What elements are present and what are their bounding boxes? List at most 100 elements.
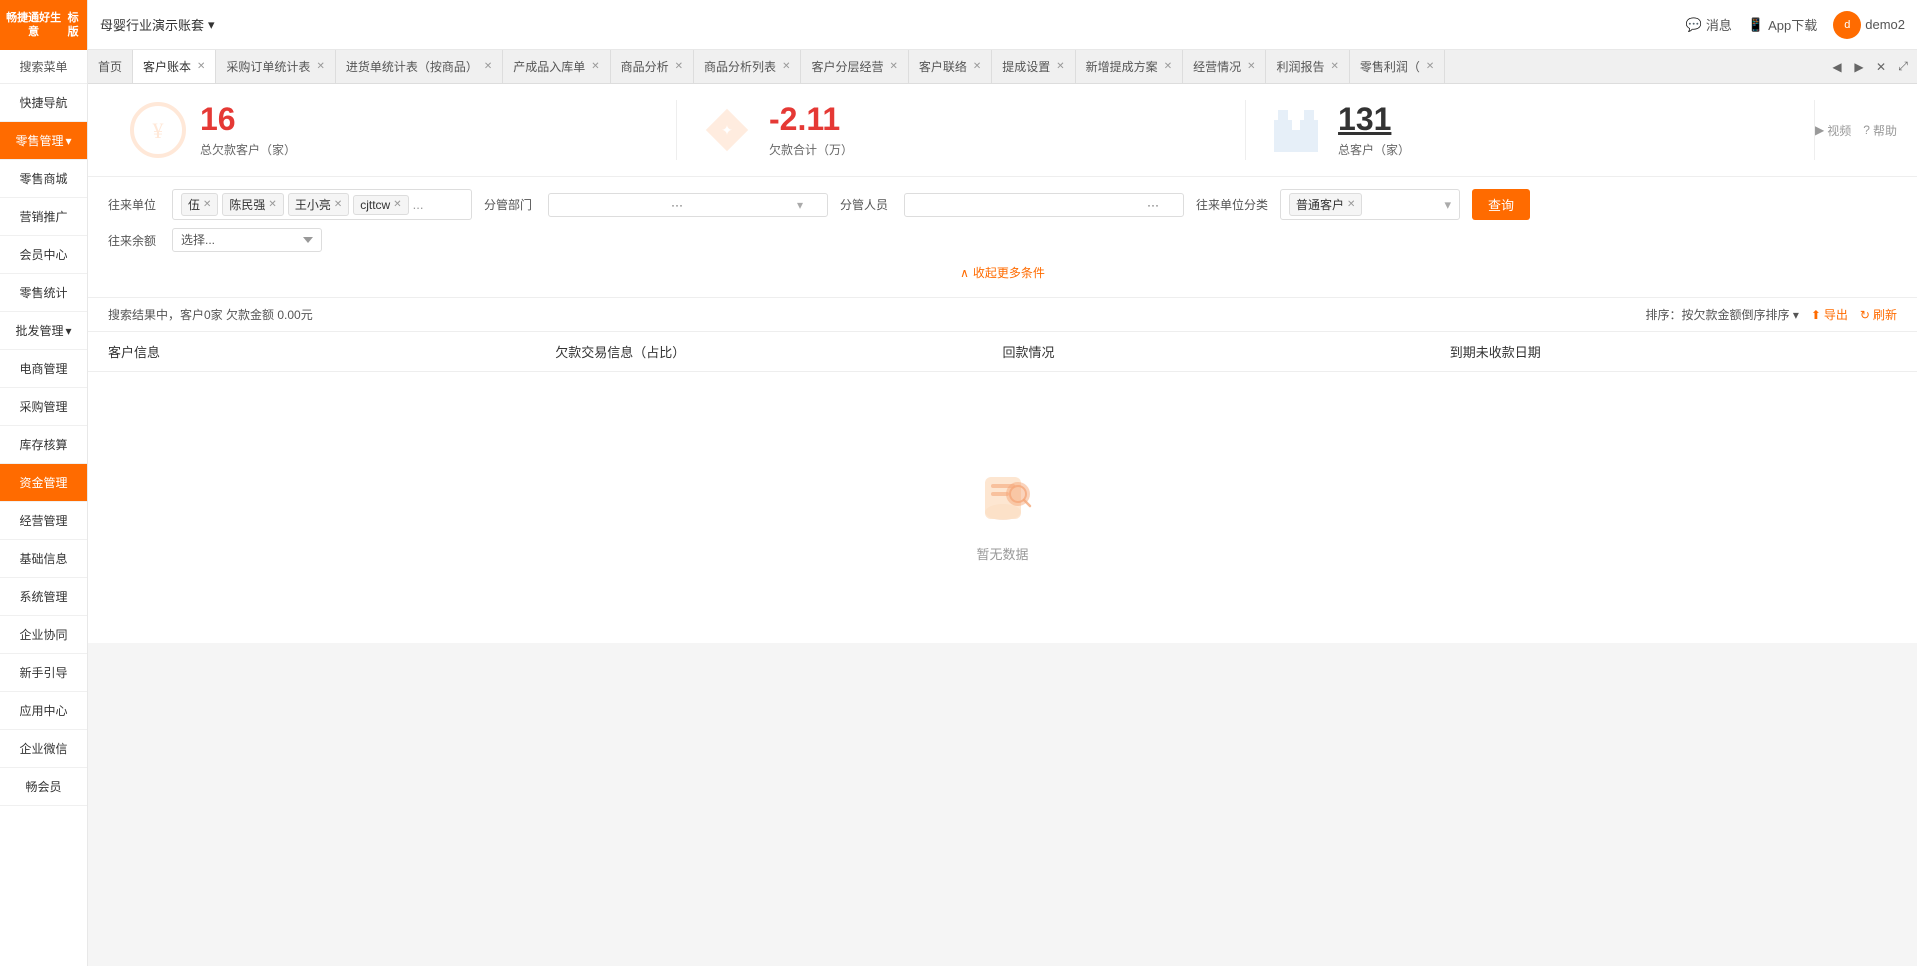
sort-label[interactable]: 排序：按欠款金额倒序排序 ▾ bbox=[1645, 306, 1798, 323]
tab-close-icon[interactable]: ✕ bbox=[973, 61, 981, 72]
sidebar-item-quick-nav[interactable]: 快捷导航 bbox=[0, 84, 87, 122]
sort-arrow-icon: ▾ bbox=[1793, 308, 1799, 322]
video-help-button[interactable]: ▶ 视频 bbox=[1815, 122, 1851, 139]
sidebar-item-enterprise-collab[interactable]: 企业协同 bbox=[0, 616, 87, 654]
company-tag-more[interactable]: ... bbox=[413, 197, 424, 212]
sidebar-item-enterprise-wechat[interactable]: 企业微信 bbox=[0, 730, 87, 768]
tab-close-icon[interactable]: ✕ bbox=[1331, 61, 1339, 72]
tab-customer-segment[interactable]: 客户分层经营 ✕ bbox=[801, 50, 908, 83]
app-download-button[interactable]: 📱 App下载 bbox=[1748, 15, 1817, 34]
tab-close-icon[interactable]: ✕ bbox=[1247, 61, 1255, 72]
tab-home[interactable]: 首页 bbox=[88, 50, 133, 83]
sidebar-item-retail-mgmt[interactable]: 零售管理 ▾ bbox=[0, 122, 87, 160]
empty-state-text: 暂无数据 bbox=[976, 544, 1028, 563]
sidebar-item-app-center[interactable]: 应用中心 bbox=[0, 692, 87, 730]
stat-arrears-text: -2.11 欠款合计（万） bbox=[769, 102, 853, 158]
tab-close-icon[interactable]: ✕ bbox=[591, 61, 599, 72]
sidebar: 畅捷通好生意 标版 搜索菜单 快捷导航 零售管理 ▾ 零售商城 营销推广 会员中… bbox=[0, 0, 88, 966]
tab-purchase-order[interactable]: 采购订单统计表 ✕ bbox=[216, 50, 335, 83]
stat-arrears-label: 欠款合计（万） bbox=[769, 141, 853, 158]
stat-arrears-value: -2.11 bbox=[769, 102, 853, 137]
sidebar-item-marketing[interactable]: 营销推广 bbox=[0, 198, 87, 236]
tab-close-icon[interactable]: ✕ bbox=[1426, 61, 1434, 72]
company-tag-cjttcw[interactable]: cjttcw ✕ bbox=[353, 195, 408, 215]
balance-filter-select[interactable]: 选择... bbox=[172, 228, 322, 252]
dept-filter-select[interactable]: ··· ▾ bbox=[548, 193, 828, 217]
result-bar: 搜索结果中，客户0家 欠款金额 0.00元 排序：按欠款金额倒序排序 ▾ ⬆ 导… bbox=[88, 298, 1917, 332]
tab-next-button[interactable]: ▶ bbox=[1849, 57, 1869, 77]
tab-retail-profit[interactable]: 零售利润（ ✕ bbox=[1350, 50, 1445, 83]
account-selector[interactable]: 母婴行业演示账套 ▾ bbox=[100, 15, 215, 34]
sidebar-item-inventory[interactable]: 库存核算 bbox=[0, 426, 87, 464]
sidebar-item-system[interactable]: 系统管理 bbox=[0, 578, 87, 616]
person-filter-label: 分管人员 bbox=[840, 196, 892, 213]
company-filter-tags-box[interactable]: 伍 ✕ 陈民强 ✕ 王小亮 ✕ cjttcw ✕ ... bbox=[172, 189, 472, 220]
page-content: ¥ 16 总欠款客户（家） ✦ -2.11 欠款合计 bbox=[88, 84, 1917, 966]
chevron-down-icon: ▾ bbox=[65, 324, 71, 338]
sidebar-item-basic-info[interactable]: 基础信息 bbox=[0, 540, 87, 578]
sidebar-item-purchase-mgmt[interactable]: 采购管理 bbox=[0, 388, 87, 426]
category-tag-normal[interactable]: 普通客户 ✕ bbox=[1289, 193, 1362, 216]
message-button[interactable]: 💬 消息 bbox=[1686, 15, 1732, 34]
header-left: 母婴行业演示账套 ▾ bbox=[100, 15, 215, 34]
stat-total-arrears: ✦ -2.11 欠款合计（万） bbox=[677, 100, 1246, 160]
company-tag-wang[interactable]: 王小亮 ✕ bbox=[288, 193, 349, 216]
sidebar-item-wholesale-mgmt[interactable]: 批发管理 ▾ bbox=[0, 312, 87, 350]
tab-goods-analysis-list[interactable]: 商品分析列表 ✕ bbox=[694, 50, 801, 83]
stat-clients-label: 总客户（家） bbox=[1338, 141, 1410, 158]
export-button[interactable]: ⬆ 导出 bbox=[1811, 306, 1848, 323]
sidebar-item-plus-member[interactable]: 畅会员 bbox=[0, 768, 87, 806]
company-tag-wu-close[interactable]: ✕ bbox=[203, 199, 211, 210]
tab-profit-report[interactable]: 利润报告 ✕ bbox=[1266, 50, 1349, 83]
sidebar-item-operations[interactable]: 经营管理 bbox=[0, 502, 87, 540]
query-button[interactable]: 查询 bbox=[1472, 189, 1530, 220]
sidebar-item-finance[interactable]: 资金管理 bbox=[0, 464, 87, 502]
sidebar-item-retail-mall[interactable]: 零售商城 bbox=[0, 160, 87, 198]
tab-close-icon[interactable]: ✕ bbox=[675, 61, 683, 72]
sidebar-item-search[interactable]: 搜索菜单 bbox=[0, 50, 87, 84]
collapse-button[interactable]: ∧ 收起更多条件 bbox=[960, 260, 1045, 285]
tab-close-icon[interactable]: ✕ bbox=[1056, 61, 1064, 72]
tab-customer-book[interactable]: 客户账本 ✕ bbox=[133, 50, 216, 83]
yuan-icon-wrapper: ¥ bbox=[128, 100, 188, 160]
refresh-button[interactable]: ↻ 刷新 bbox=[1860, 306, 1897, 323]
tab-stock-stats[interactable]: 进货单统计表（按商品） ✕ bbox=[336, 50, 503, 83]
sidebar-item-ecommerce[interactable]: 电商管理 bbox=[0, 350, 87, 388]
sidebar-item-new-guide[interactable]: 新手引导 bbox=[0, 654, 87, 692]
sidebar-item-member-center[interactable]: 会员中心 bbox=[0, 236, 87, 274]
tab-business-status[interactable]: 经营情况 ✕ bbox=[1183, 50, 1266, 83]
sidebar-item-retail-stats[interactable]: 零售统计 bbox=[0, 274, 87, 312]
stat-customers-label: 总欠款客户（家） bbox=[200, 141, 296, 158]
tab-expand-button[interactable]: ⤢ bbox=[1893, 57, 1913, 77]
tab-close-icon[interactable]: ✕ bbox=[316, 61, 324, 72]
category-filter-tags-box[interactable]: 普通客户 ✕ ▾ bbox=[1280, 189, 1460, 220]
help-button[interactable]: ? 帮助 bbox=[1863, 122, 1897, 139]
tab-new-propose[interactable]: 新增提成方案 ✕ bbox=[1076, 50, 1183, 83]
person-select-dots[interactable]: ··· bbox=[1147, 198, 1159, 212]
company-tag-wu[interactable]: 伍 ✕ bbox=[181, 193, 218, 216]
tab-close-icon[interactable]: ✕ bbox=[484, 61, 492, 72]
tab-product-purchase[interactable]: 产成品入库单 ✕ bbox=[503, 50, 610, 83]
company-tag-cjttcw-close[interactable]: ✕ bbox=[393, 199, 401, 210]
phone-icon: 📱 bbox=[1748, 17, 1764, 33]
avatar: d bbox=[1833, 11, 1861, 39]
filter-row-balance: 往来余额 选择... bbox=[108, 228, 1897, 252]
company-tag-wang-close[interactable]: ✕ bbox=[334, 199, 342, 210]
user-profile[interactable]: d demo2 bbox=[1833, 11, 1905, 39]
tab-close-icon[interactable]: ✕ bbox=[1164, 61, 1172, 72]
company-tag-chen[interactable]: 陈民强 ✕ bbox=[222, 193, 283, 216]
dept-select-dots[interactable]: ··· bbox=[671, 198, 683, 212]
tab-close-icon[interactable]: ✕ bbox=[197, 61, 205, 72]
tab-goods-analysis[interactable]: 商品分析 ✕ bbox=[611, 50, 694, 83]
person-filter-select[interactable]: ··· bbox=[904, 193, 1184, 217]
tab-close-icon[interactable]: ✕ bbox=[782, 61, 790, 72]
tab-customer-contact[interactable]: 客户联络 ✕ bbox=[909, 50, 992, 83]
category-tag-close[interactable]: ✕ bbox=[1347, 199, 1355, 210]
tab-prev-button[interactable]: ◀ bbox=[1827, 57, 1847, 77]
tab-close-all-button[interactable]: ✕ bbox=[1871, 57, 1891, 77]
company-tag-chen-close[interactable]: ✕ bbox=[268, 199, 276, 210]
main-area: 母婴行业演示账套 ▾ 💬 消息 📱 App下载 d demo2 首页 客户账本 bbox=[88, 0, 1917, 966]
tab-propose-settings[interactable]: 提成设置 ✕ bbox=[992, 50, 1075, 83]
balance-filter-label: 往来余额 bbox=[108, 232, 160, 249]
tab-close-icon[interactable]: ✕ bbox=[889, 61, 897, 72]
